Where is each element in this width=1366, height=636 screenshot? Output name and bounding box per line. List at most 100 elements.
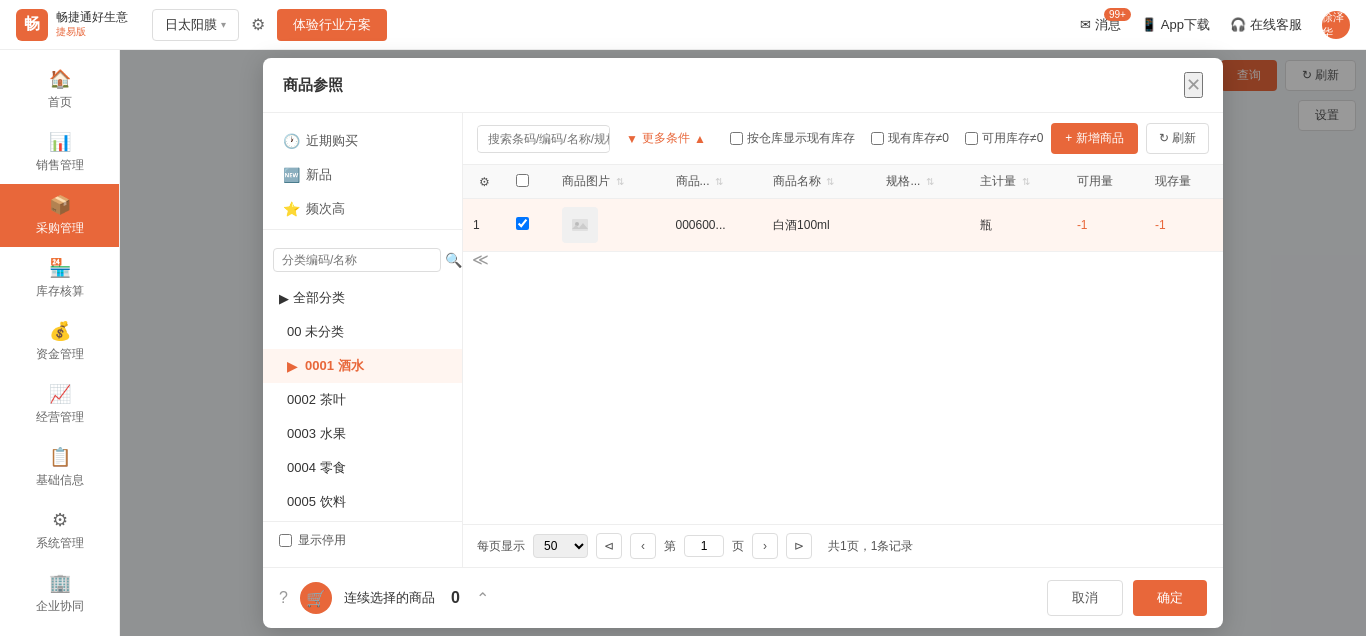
- col-spec[interactable]: 规格... ⇅: [876, 165, 970, 199]
- operation-icon: 📈: [49, 383, 71, 405]
- logo-text: 畅捷通好生意 捷易版: [56, 10, 128, 40]
- cat-item-fruit[interactable]: 0003 水果: [263, 417, 462, 451]
- sales-icon: 📊: [49, 131, 71, 153]
- settings-button[interactable]: ⚙: [251, 15, 265, 34]
- product-reference-modal: 商品参照 ✕ 🕐 近期购买 🆕: [263, 58, 1223, 628]
- cat-item-uncat[interactable]: 00 未分类: [263, 315, 462, 349]
- star-icon: ⭐: [283, 201, 300, 217]
- col-name[interactable]: 商品名称 ⇅: [763, 165, 876, 199]
- show-disabled-label[interactable]: 显示停用: [298, 532, 346, 549]
- first-page-button[interactable]: ⊲: [596, 533, 622, 559]
- modal-left-panel: 🕐 近期购买 🆕 新品 ⭐ 频次高: [263, 113, 463, 567]
- logo-icon: 畅: [16, 9, 48, 41]
- row-image: [552, 199, 665, 252]
- col-unit[interactable]: 主计量 ⇅: [970, 165, 1067, 199]
- nonzero-stock-checkbox[interactable]: [871, 132, 884, 145]
- sidebar-item-inventory[interactable]: 🏪 库存核算: [0, 247, 119, 310]
- show-warehouse-stock-checkbox[interactable]: [730, 132, 743, 145]
- sidebar-item-guide[interactable]: 🎯 新手引导: [0, 625, 119, 636]
- filter-icon: ▼: [626, 132, 638, 146]
- row-select-checkbox[interactable]: [516, 217, 529, 230]
- cat-item-all[interactable]: ▶ 全部分类: [263, 281, 462, 315]
- col-checkbox: [506, 165, 552, 199]
- sidebar-item-home[interactable]: 🏠 首页: [0, 58, 119, 121]
- table-header-row: ⚙ 商品图片 ⇅ 商品... ⇅ 商品名称 ⇅ 规格... ⇅ 主计量 ⇅ 可用…: [463, 165, 1223, 199]
- sidebar-label-home: 首页: [48, 94, 72, 111]
- page-label: 第: [664, 538, 676, 555]
- modal-left-footer: 显示停用: [263, 521, 462, 559]
- nav-selector[interactable]: 日太阳膜 ▾: [152, 9, 239, 41]
- cat-item-tea[interactable]: 0002 茶叶: [263, 383, 462, 417]
- sidebar-item-basics[interactable]: 📋 基础信息: [0, 436, 119, 499]
- next-page-button[interactable]: ›: [752, 533, 778, 559]
- cat-arrow-all: ▶: [279, 291, 289, 306]
- more-filter-button[interactable]: ▼ 更多条件 ▲: [618, 126, 714, 151]
- user-item[interactable]: 徐泽华: [1322, 11, 1350, 39]
- cat-item-liquor[interactable]: ▶ 0001 酒水: [263, 349, 462, 383]
- prev-page-button[interactable]: ‹: [630, 533, 656, 559]
- filter-up-icon: ▲: [694, 132, 706, 146]
- show-warehouse-stock-label[interactable]: 按仓库显示现有库存: [730, 130, 855, 147]
- row-checkbox[interactable]: [506, 199, 552, 252]
- cart-button[interactable]: 🛒: [300, 582, 332, 614]
- product-table: ⚙ 商品图片 ⇅ 商品... ⇅ 商品名称 ⇅ 规格... ⇅ 主计量 ⇅ 可用…: [463, 165, 1223, 252]
- app-download-item[interactable]: 📱 App下载: [1141, 16, 1210, 34]
- table-row[interactable]: 1: [463, 199, 1223, 252]
- sidebar-label-operation: 经营管理: [36, 409, 84, 426]
- inventory-icon: 🏪: [49, 257, 71, 279]
- sidebar-label-finance: 资金管理: [36, 346, 84, 363]
- product-search-input[interactable]: [478, 127, 610, 151]
- select-all-checkbox[interactable]: [516, 174, 529, 187]
- confirm-button[interactable]: 确定: [1133, 580, 1207, 616]
- category-search-input[interactable]: [273, 248, 441, 272]
- tab-recent-purchase[interactable]: 🕐 近期购买: [271, 125, 454, 157]
- cat-item-snack[interactable]: 0004 零食: [263, 451, 462, 485]
- cart-icon-symbol: 🛒: [306, 589, 326, 608]
- main-layout: 🏠 首页 📊 销售管理 📦 采购管理 🏪 库存核算 💰 资金管理 📈 经营管理 …: [0, 50, 1366, 636]
- experience-button[interactable]: 体验行业方案: [277, 9, 387, 41]
- sidebar-item-sales[interactable]: 📊 销售管理: [0, 121, 119, 184]
- last-page-button[interactable]: ⊳: [786, 533, 812, 559]
- sidebar-item-finance[interactable]: 💰 资金管理: [0, 310, 119, 373]
- col-code[interactable]: 商品... ⇅: [666, 165, 764, 199]
- col-image[interactable]: 商品图片 ⇅: [552, 165, 665, 199]
- modal-right-panel: 🔍 ▼ 更多条件 ▲ 按仓库显示现有库存: [463, 113, 1223, 567]
- cat-arrow-liquor: ▶: [287, 359, 297, 374]
- notification-item[interactable]: ✉ 消息 99+: [1080, 16, 1121, 34]
- tab-new-products[interactable]: 🆕 新品: [271, 159, 454, 191]
- page-size-label: 每页显示: [477, 538, 525, 555]
- service-item[interactable]: 🎧 在线客服: [1230, 16, 1302, 34]
- add-product-button[interactable]: + 新增商品: [1051, 123, 1137, 154]
- modal-body: 🕐 近期购买 🆕 新品 ⭐ 频次高: [263, 113, 1223, 567]
- cancel-button[interactable]: 取消: [1047, 580, 1123, 616]
- sidebar-item-system[interactable]: ⚙ 系统管理: [0, 499, 119, 562]
- category-search-icon[interactable]: 🔍: [445, 252, 462, 268]
- top-nav: 畅 畅捷通好生意 捷易版 日太阳膜 ▾ ⚙ 体验行业方案 ✉ 消息 99+ 📱 …: [0, 0, 1366, 50]
- content-area: 查询 ↻ 刷新 设置 商品参照 ✕ 🕐: [120, 50, 1366, 636]
- show-disabled-checkbox[interactable]: [279, 534, 292, 547]
- headset-icon: 🎧: [1230, 17, 1246, 32]
- sidebar-item-operation[interactable]: 📈 经营管理: [0, 373, 119, 436]
- sidebar-item-purchase[interactable]: 📦 采购管理: [0, 184, 119, 247]
- page-input[interactable]: [684, 535, 724, 557]
- page-summary: 共1页，1条记录: [828, 538, 913, 555]
- svg-point-1: [575, 222, 579, 226]
- tab-frequent[interactable]: ⭐ 频次高: [271, 193, 454, 225]
- modal-close-button[interactable]: ✕: [1184, 72, 1203, 98]
- footer-collapse-button[interactable]: ⌃: [476, 589, 489, 608]
- col-settings[interactable]: ⚙: [463, 165, 506, 199]
- refresh-button[interactable]: ↻ 刷新: [1146, 123, 1209, 154]
- toolbar-right: + 新增商品 ↻ 刷新: [1051, 123, 1209, 154]
- nonzero-available-checkbox[interactable]: [965, 132, 978, 145]
- row-code: 000600...: [666, 199, 764, 252]
- nonzero-available-label[interactable]: 可用库存≠0: [965, 130, 1043, 147]
- footer-actions: 取消 确定: [1047, 580, 1207, 616]
- cat-item-drink[interactable]: 0005 饮料: [263, 485, 462, 519]
- sidebar-item-enterprise[interactable]: 🏢 企业协同: [0, 562, 119, 625]
- nonzero-stock-label[interactable]: 现有库存≠0: [871, 130, 949, 147]
- row-name: 白酒100ml: [763, 199, 876, 252]
- home-icon: 🏠: [49, 68, 71, 90]
- help-icon[interactable]: ?: [279, 589, 288, 607]
- svg-rect-0: [572, 219, 588, 231]
- page-size-select[interactable]: 50 10 20 100: [533, 534, 588, 558]
